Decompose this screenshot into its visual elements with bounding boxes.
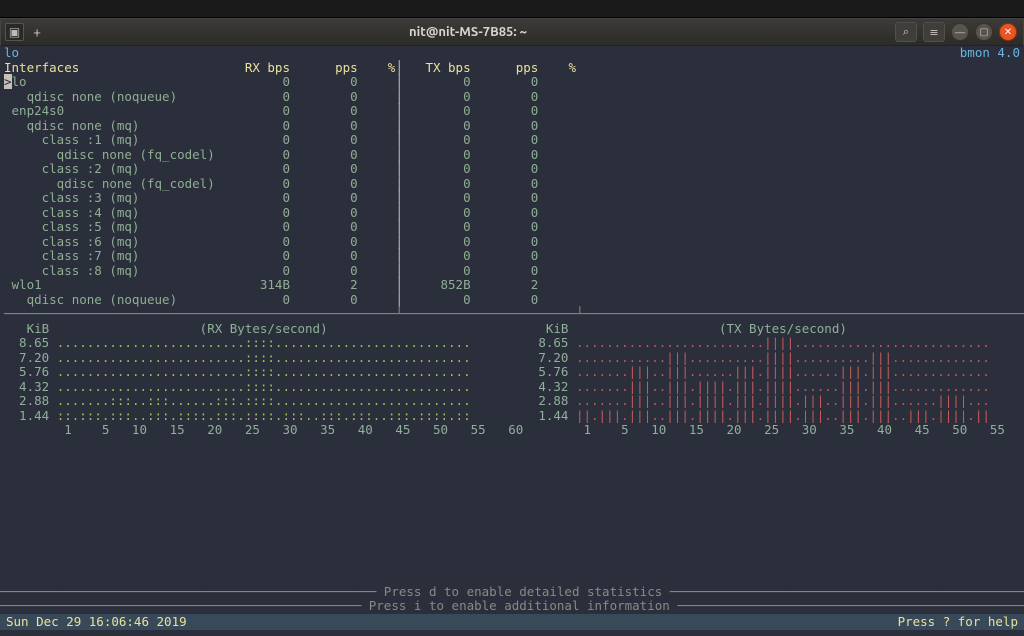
window-controls: ⌕ ≡ — ▢ ✕ [895,22,1019,42]
table-row[interactable]: class :8 (mq) 0 0 │ 0 0 [4,264,1024,279]
hint-detailed: ────────────────────────────────────────… [0,585,1024,600]
status-bar: Sun Dec 29 16:06:46 2019 Press ? for hel… [0,614,1024,630]
table-row[interactable]: >lo 0 0 │ 0 0 [4,75,1024,90]
terminal-viewport[interactable]: lo bmon 4.0 Interfaces RX bps pps %│ TX … [0,46,1024,636]
hint-additional: ────────────────────────────────────────… [0,599,1024,614]
table-row[interactable]: class :7 (mq) 0 0 │ 0 0 [4,249,1024,264]
terminal-tab-icon[interactable]: ▣ [5,23,24,41]
table-row[interactable]: qdisc none (fq_codel) 0 0 │ 0 0 [4,177,1024,192]
table-row[interactable]: wlo1 314B 2 │ 852B 2 [4,278,1024,293]
table-header: Interfaces RX bps pps %│ TX bps pps % [4,61,1024,76]
table-row[interactable]: class :5 (mq) 0 0 │ 0 0 [4,220,1024,235]
tab-strip: ▣ + [5,23,41,41]
table-row[interactable]: enp24s0 0 0 │ 0 0 [4,104,1024,119]
rx-chart: KiB (RX Bytes/second) 8.65 .............… [4,322,523,438]
search-icon[interactable]: ⌕ [895,22,917,42]
help-hint: Press ? for help [898,614,1018,630]
new-tab-button[interactable]: + [30,24,41,40]
table-row[interactable]: qdisc none (noqueue) 0 0 │ 0 0 [4,90,1024,105]
table-row[interactable]: class :6 (mq) 0 0 │ 0 0 [4,235,1024,250]
table-row[interactable]: class :1 (mq) 0 0 │ 0 0 [4,133,1024,148]
window-title: nit@nit-MS-7B85: ~ [41,25,895,39]
version-label: bmon 4.0 [960,46,1020,61]
blank-area [0,438,1024,585]
table-row[interactable]: qdisc none (fq_codel) 0 0 │ 0 0 [4,148,1024,163]
bmon-top-line: lo bmon 4.0 [0,46,1024,61]
minimize-button[interactable]: — [951,23,969,41]
desktop-top-bar [0,0,1024,18]
table-row[interactable]: qdisc none (noqueue) 0 0 │ 0 0 [4,293,1024,308]
tx-chart: KiB (TX Bytes/second) 8.65 .............… [523,322,1024,438]
table-row[interactable]: class :3 (mq) 0 0 │ 0 0 [4,191,1024,206]
window-title-bar: ▣ + nit@nit-MS-7B85: ~ ⌕ ≡ — ▢ ✕ [0,18,1024,46]
table-row[interactable]: class :4 (mq) 0 0 │ 0 0 [4,206,1024,221]
current-interface-label: lo [4,46,19,60]
divider: ────────────────────────────────────────… [0,307,1024,322]
table-row[interactable]: qdisc none (mq) 0 0 │ 0 0 [4,119,1024,134]
clock: Sun Dec 29 16:06:46 2019 [6,614,187,629]
charts-row: KiB (RX Bytes/second) 8.65 .............… [0,322,1024,438]
close-button[interactable]: ✕ [999,23,1017,41]
interfaces-table: Interfaces RX bps pps %│ TX bps pps %>lo… [0,61,1024,308]
hamburger-menu-icon[interactable]: ≡ [923,22,945,42]
table-row[interactable]: class :2 (mq) 0 0 │ 0 0 [4,162,1024,177]
maximize-button[interactable]: ▢ [975,23,993,41]
